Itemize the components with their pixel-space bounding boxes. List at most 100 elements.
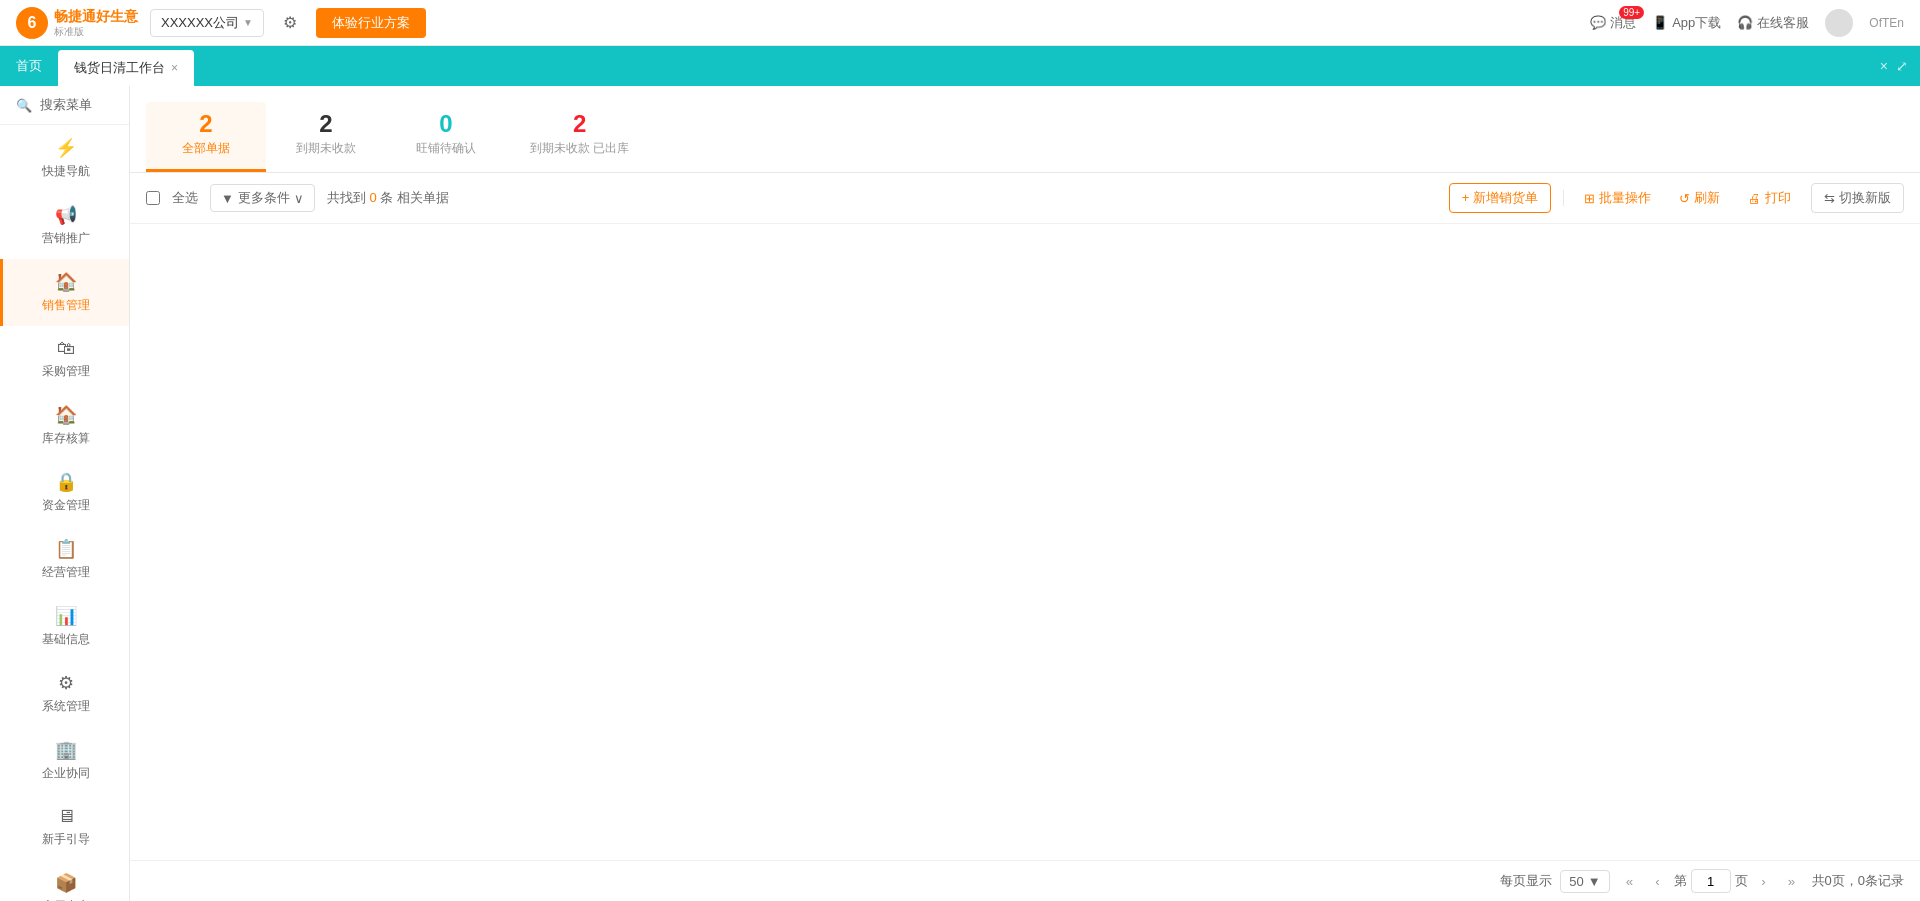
sidebar-item-label: 采购管理 — [42, 363, 90, 380]
search-menu-item[interactable]: 🔍 搜索菜单 — [0, 86, 129, 125]
sidebar-item-sales[interactable]: 🏠 销售管理 — [0, 259, 129, 326]
last-page-button[interactable]: » — [1780, 869, 1804, 893]
sidebar-item-inventory[interactable]: 🏠 库存核算 — [0, 392, 129, 459]
refresh-label: 刷新 — [1694, 189, 1720, 207]
sidebar-item-label: 资金管理 — [42, 497, 90, 514]
sales-icon: 🏠 — [55, 271, 77, 293]
inventory-icon: 🏠 — [55, 404, 77, 426]
logo-text: 畅捷通好生意 标准版 — [54, 7, 138, 38]
stat-label-overdue: 到期未收款 — [296, 140, 356, 157]
download-icon: 📱 — [1652, 15, 1668, 30]
enterprise-icon: 🏢 — [55, 739, 77, 761]
tab-close-icon[interactable]: × — [171, 61, 178, 75]
refresh-icon: ↺ — [1679, 191, 1690, 206]
sidebar-item-label: 快捷导航 — [42, 163, 90, 180]
logo-icon: 6 — [16, 7, 48, 39]
stat-tab-pending[interactable]: 0 旺铺待确认 — [386, 102, 506, 172]
service-icon: 🎧 — [1737, 15, 1753, 30]
sidebar-item-label: 企业协同 — [42, 765, 90, 782]
switch-version-button[interactable]: ⇆ 切换新版 — [1811, 183, 1904, 213]
tab-maximize-icon[interactable]: ⤢ — [1896, 58, 1908, 74]
sidebar-item-marketing[interactable]: 📢 营销推广 — [0, 192, 129, 259]
empty-area — [130, 224, 1920, 860]
app-download-button[interactable]: 📱 App下载 — [1652, 14, 1721, 32]
batch-operation-button[interactable]: ⊞ 批量操作 — [1576, 184, 1659, 212]
next-page-button[interactable]: › — [1752, 869, 1776, 893]
marketing-icon: 📢 — [55, 204, 77, 226]
sidebar-item-basic-info[interactable]: 📊 基础信息 — [0, 593, 129, 660]
home-tab-label: 首页 — [16, 57, 42, 75]
toolbar-right: + 新增销货单 ⊞ 批量操作 ↺ 刷新 🖨 打印 ⇆ 切换新版 — [1449, 183, 1904, 213]
sidebar-item-label: 基础信息 — [42, 631, 90, 648]
guide-icon: 🖥 — [57, 806, 75, 827]
per-page-label: 每页显示 — [1500, 872, 1552, 890]
select-all-checkbox[interactable] — [146, 191, 160, 205]
refresh-button[interactable]: ↺ 刷新 — [1671, 184, 1728, 212]
system-icon: ⚙ — [58, 672, 74, 694]
company-name: XXXXXX公司 — [161, 14, 239, 32]
print-button[interactable]: 🖨 打印 — [1740, 184, 1799, 212]
result-prefix: 共找到 — [327, 190, 366, 205]
sidebar-item-label: 营销推广 — [42, 230, 90, 247]
user-text: OfTEn — [1869, 16, 1904, 30]
message-badge: 99+ — [1619, 6, 1644, 19]
sidebar-item-system[interactable]: ⚙ 系统管理 — [0, 660, 129, 727]
result-unit: 条 — [380, 190, 393, 205]
batch-label: 批量操作 — [1599, 189, 1651, 207]
add-sales-button[interactable]: + 新增销货单 — [1449, 183, 1551, 213]
sidebar-item-quick-nav[interactable]: ⚡ 快捷导航 — [0, 125, 129, 192]
basic-info-icon: 📊 — [55, 605, 77, 627]
tab-close-window-icon[interactable]: × — [1880, 58, 1888, 74]
sidebar-item-enterprise[interactable]: 🏢 企业协同 — [0, 727, 129, 794]
prev-page-button[interactable]: ‹ — [1646, 869, 1670, 893]
message-button[interactable]: 💬 消息 99+ — [1590, 14, 1636, 32]
top-header: 6 畅捷通好生意 标准版 XXXXXX公司 ▼ ⚙ 体验行业方案 💬 消息 99… — [0, 0, 1920, 46]
header-right: 💬 消息 99+ 📱 App下载 🎧 在线客服 OfTEn — [1590, 9, 1904, 37]
pagination: 每页显示 50 ▼ « ‹ 第 页 › » 共0页，0条记录 — [130, 860, 1920, 901]
stat-tab-overdue[interactable]: 2 到期未收款 — [266, 102, 386, 172]
divider — [1563, 190, 1564, 206]
stat-tab-unshipped[interactable]: 2 到期未收款 已出库 — [506, 102, 653, 172]
sidebar-item-purchase[interactable]: 🛍 采购管理 — [0, 326, 129, 392]
app-download-label: App下载 — [1672, 14, 1721, 32]
header-left: 6 畅捷通好生意 标准版 XXXXXX公司 ▼ ⚙ 体验行业方案 — [16, 7, 426, 39]
toolbar-left: 全选 ▼ 更多条件 ∨ 共找到 0 条 相关单据 — [146, 184, 449, 212]
page-label: 第 — [1674, 872, 1687, 890]
page-size-chevron: ▼ — [1588, 874, 1601, 889]
batch-icon: ⊞ — [1584, 191, 1595, 206]
stat-tab-all[interactable]: 2 全部单据 — [146, 102, 266, 172]
sidebar-item-guide[interactable]: 🖥 新手引导 — [0, 794, 129, 860]
tab-workbench[interactable]: 钱货日清工作台 × — [58, 50, 194, 86]
stat-count-all: 2 — [199, 110, 212, 138]
result-count: 0 — [370, 190, 377, 205]
sidebar-item-label: 销售管理 — [42, 297, 90, 314]
workbench-tab-label: 钱货日清工作台 — [74, 59, 165, 77]
avatar[interactable] — [1825, 9, 1853, 37]
print-icon: 🖨 — [1748, 191, 1761, 206]
content-area: 2 全部单据 2 到期未收款 0 旺铺待确认 2 到期未收款 已出库 全选 — [130, 86, 1920, 901]
page-size-value: 50 — [1569, 874, 1583, 889]
stat-count-pending: 0 — [439, 110, 452, 138]
app-name: 畅捷通好生意 — [54, 7, 138, 25]
stat-count-unshipped: 2 — [573, 110, 586, 138]
company-selector[interactable]: XXXXXX公司 ▼ — [150, 9, 264, 37]
stat-label-all: 全部单据 — [182, 140, 230, 157]
sidebar-item-label: 系统管理 — [42, 698, 90, 715]
total-label: 共0页，0条记录 — [1812, 872, 1904, 890]
sidebar-item-app-center[interactable]: 📦 应用中心 — [0, 860, 129, 901]
settings-button[interactable]: ⚙ — [276, 9, 304, 37]
trial-button[interactable]: 体验行业方案 — [316, 8, 426, 38]
filter-button[interactable]: ▼ 更多条件 ∨ — [210, 184, 315, 212]
page-size-selector[interactable]: 50 ▼ — [1560, 870, 1609, 893]
purchase-icon: 🛍 — [57, 338, 75, 359]
sidebar-item-capital[interactable]: 🔒 资金管理 — [0, 459, 129, 526]
sidebar-item-operation[interactable]: 📋 经营管理 — [0, 526, 129, 593]
search-menu-label: 搜索菜单 — [40, 96, 92, 114]
user-name[interactable]: OfTEn — [1869, 16, 1904, 30]
first-page-button[interactable]: « — [1618, 869, 1642, 893]
current-page-input[interactable] — [1691, 869, 1731, 893]
tab-home[interactable]: 首页 — [0, 46, 58, 86]
stats-tabs: 2 全部单据 2 到期未收款 0 旺铺待确认 2 到期未收款 已出库 — [130, 86, 1920, 173]
switch-icon: ⇆ — [1824, 191, 1835, 206]
online-service-button[interactable]: 🎧 在线客服 — [1737, 14, 1809, 32]
